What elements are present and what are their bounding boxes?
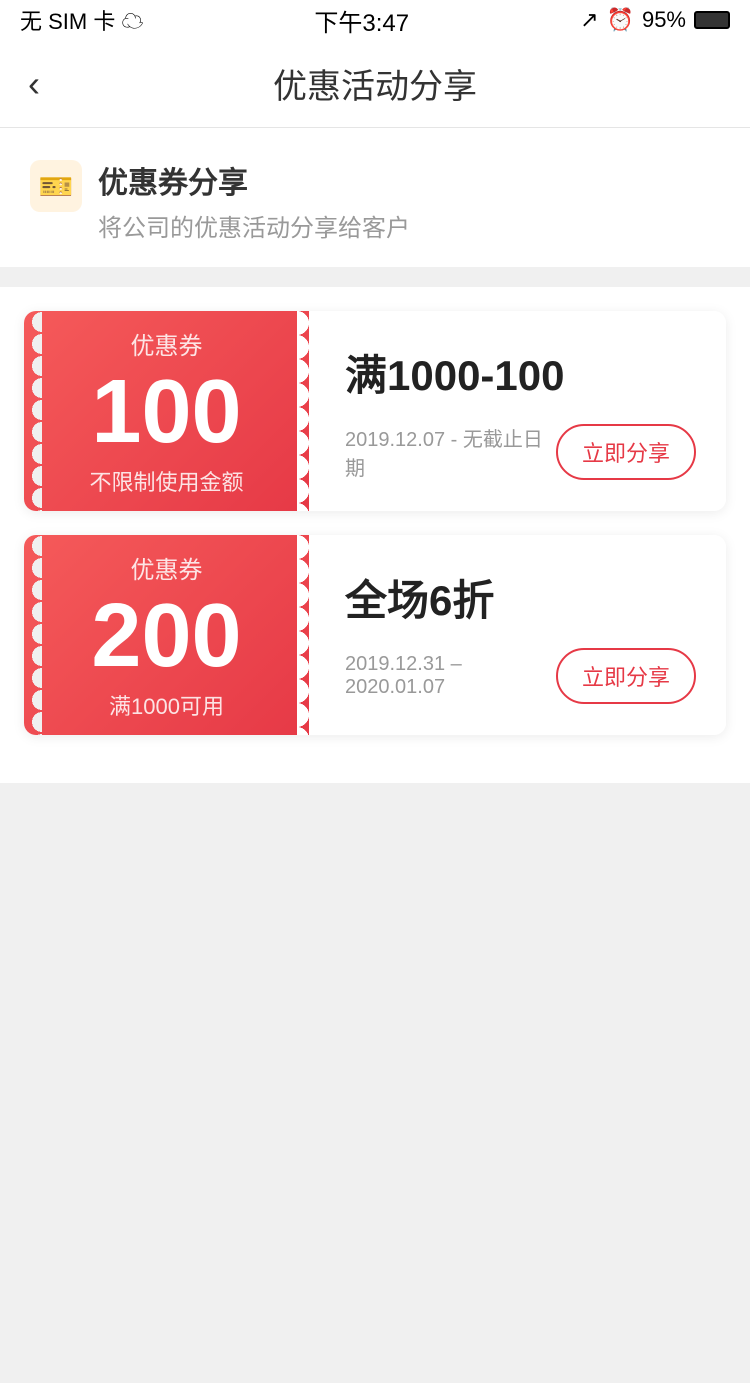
battery-icon (694, 11, 730, 29)
status-bar: 无 SIM 卡 ☁ 下午3:47 ↗ ⏰ 95% (0, 0, 750, 40)
coupon-emoji: 🎫 (39, 170, 74, 203)
bottom-area (0, 783, 750, 1383)
location-icon: ↗ (580, 7, 598, 33)
coupon-label-1: 优惠券 (131, 326, 203, 361)
coupon-right-1: 满1000-100 2019.12.07 - 无截止日期 立即分享 (309, 311, 726, 511)
status-right: ↗ ⏰ 95% (580, 7, 730, 33)
section-subtitle: 将公司的优惠活动分享给客户 (98, 208, 410, 243)
battery-label: 95% (642, 7, 686, 33)
section-header: 🎫 优惠券分享 将公司的优惠活动分享给客户 (0, 128, 750, 267)
coupon-condition-2: 满1000可用 (109, 689, 224, 721)
coupon-name-1: 满1000-100 (345, 342, 696, 403)
status-time: 下午3:47 (314, 3, 409, 38)
coupon-condition-1: 不限制使用金额 (89, 465, 243, 497)
coupon-date-2: 2019.12.31 – 2020.01.07 (345, 653, 556, 699)
coupon-right-2: 全场6折 2019.12.31 – 2020.01.07 立即分享 (309, 535, 726, 735)
coupon-card-1: 优惠券 100 不限制使用金额 满1000-100 2019.12.07 - 无… (24, 311, 726, 511)
share-button-2[interactable]: 立即分享 (556, 648, 696, 704)
coupon-value-1: 100 (91, 367, 241, 457)
section-text: 优惠券分享 将公司的优惠活动分享给客户 (98, 158, 410, 243)
coupon-list: 优惠券 100 不限制使用金额 满1000-100 2019.12.07 - 无… (0, 287, 750, 783)
nav-bar: ‹ 优惠活动分享 (0, 40, 750, 128)
coupon-left-2: 优惠券 200 满1000可用 (24, 535, 309, 735)
sim-wifi-label: 无 SIM 卡 ☁ (20, 4, 143, 36)
coupon-icon: 🎫 (30, 160, 82, 212)
alarm-icon: ⏰ (607, 7, 634, 33)
coupon-label-2: 优惠券 (131, 550, 203, 585)
coupon-value-2: 200 (91, 591, 241, 681)
section-title: 优惠券分享 (98, 158, 410, 202)
status-left: 无 SIM 卡 ☁ (20, 4, 143, 36)
coupon-footer-2: 2019.12.31 – 2020.01.07 立即分享 (345, 648, 696, 704)
share-button-1[interactable]: 立即分享 (556, 424, 696, 480)
coupon-left-1: 优惠券 100 不限制使用金额 (24, 311, 309, 511)
divider (0, 267, 750, 287)
coupon-date-1: 2019.12.07 - 无截止日期 (345, 423, 556, 481)
page-title: 优惠活动分享 (273, 59, 477, 108)
coupon-footer-1: 2019.12.07 - 无截止日期 立即分享 (345, 423, 696, 481)
back-button[interactable]: ‹ (28, 63, 40, 105)
coupon-name-2: 全场6折 (345, 567, 696, 628)
coupon-card-2: 优惠券 200 满1000可用 全场6折 2019.12.31 – 2020.0… (24, 535, 726, 735)
